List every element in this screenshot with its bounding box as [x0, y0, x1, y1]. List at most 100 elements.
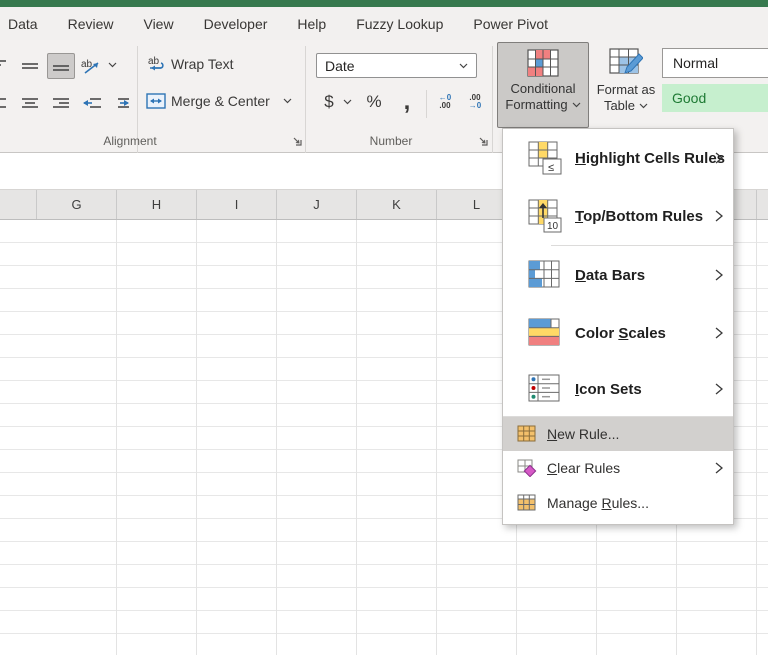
tab-data[interactable]: Data [8, 16, 38, 32]
menu-item-label: Highlight Cells Rules [575, 150, 725, 167]
menu-item-top-bottom-rules[interactable]: 10 Top/Bottom Rules [503, 187, 733, 245]
conditional-formatting-icon [527, 49, 559, 77]
manage-rules-icon [517, 494, 537, 512]
data-bars-icon [527, 257, 567, 293]
merge-center-label: Merge & Center [171, 93, 270, 109]
conditional-formatting-button[interactable]: Conditional Formatting [497, 42, 589, 128]
align-right-button[interactable] [47, 90, 75, 116]
align-center-button[interactable] [16, 90, 44, 116]
increase-indent-button[interactable] [106, 90, 134, 116]
menu-item-label: Color Scales [575, 325, 666, 342]
format-as-table-chevron-icon [639, 103, 648, 109]
conditional-formatting-label-line1: Conditional [505, 81, 580, 97]
currency-button[interactable]: $ [318, 88, 340, 116]
column-header-stub[interactable] [0, 190, 37, 219]
format-as-table-button[interactable]: Format as Table [592, 42, 660, 128]
submenu-arrow-icon [715, 209, 723, 223]
menu-item-label: Data Bars [575, 267, 645, 284]
menu-item-color-scales[interactable]: Color Scales [503, 304, 733, 362]
comma-style-button[interactable]: , [396, 88, 418, 116]
svg-text:ab: ab [148, 56, 160, 67]
conditional-formatting-label-line2: Formatting [505, 97, 567, 113]
new-rule-icon [517, 425, 537, 443]
number-format-value: Date [325, 58, 355, 74]
align-bottom-icon [52, 59, 70, 73]
style-normal-label: Normal [673, 55, 718, 71]
submenu-arrow-icon [715, 151, 723, 165]
ribbon-separator [305, 46, 306, 166]
comma-label: , [404, 88, 411, 116]
orientation-chevron-icon[interactable] [108, 62, 117, 68]
ribbon-separator [426, 90, 427, 118]
merge-center-chevron-icon[interactable] [283, 98, 292, 104]
conditional-formatting-menu: ≤ Highlight Cells Rules 10 Top/Bottom Ru… [502, 128, 734, 525]
clear-rules-icon [517, 459, 537, 477]
menu-item-label: Manage Rules... [547, 495, 649, 511]
align-middle-icon [21, 59, 39, 73]
wrap-text-button[interactable]: ab Wrap Text [146, 55, 234, 73]
icon-sets-icon [527, 371, 567, 407]
wrap-text-icon: ab [146, 55, 166, 73]
decrease-decimal-button[interactable]: .00 →0 [462, 88, 488, 116]
orientation-button[interactable]: ab [80, 53, 104, 79]
align-top-icon [0, 59, 7, 73]
percent-style-button[interactable]: % [360, 88, 388, 116]
number-dialog-launcher-icon[interactable] [477, 135, 489, 147]
menu-item-new-rule[interactable]: New Rule... [503, 417, 733, 451]
increase-decimal-button[interactable]: ←0 .00 [432, 88, 458, 116]
tab-developer[interactable]: Developer [204, 16, 268, 32]
number-group-label: Number [316, 134, 466, 148]
style-good[interactable]: Good [662, 84, 768, 112]
menu-item-clear-rules[interactable]: Clear Rules [503, 451, 733, 485]
menu-item-highlight-cells-rules[interactable]: ≤ Highlight Cells Rules [503, 129, 733, 187]
tab-help[interactable]: Help [297, 16, 326, 32]
highlight-cells-rules-icon: ≤ [527, 140, 567, 176]
merge-center-button[interactable]: Merge & Center [146, 93, 292, 109]
currency-chevron-icon[interactable] [343, 99, 352, 105]
align-middle-button[interactable] [16, 53, 44, 79]
align-left-button[interactable] [0, 90, 12, 116]
ribbon-separator [137, 46, 138, 166]
align-bottom-button[interactable] [47, 53, 75, 79]
alignment-dialog-launcher-icon[interactable] [291, 135, 303, 147]
increase-indent-icon [110, 96, 130, 110]
style-good-label: Good [672, 90, 706, 106]
tab-review[interactable]: Review [68, 16, 114, 32]
top-bottom-rules-icon: 10 [527, 198, 567, 234]
style-normal[interactable]: Normal [662, 48, 768, 78]
submenu-arrow-icon [715, 326, 723, 340]
submenu-arrow-icon [715, 268, 723, 282]
decrease-decimal-bottom: →0 [469, 101, 481, 110]
currency-label: $ [324, 92, 333, 112]
increase-decimal-bottom: .00 [439, 101, 450, 110]
column-header-K[interactable]: K [357, 190, 437, 219]
orientation-icon: ab [81, 57, 103, 75]
menu-item-manage-rules[interactable]: Manage Rules... [503, 485, 733, 521]
menu-item-label: Icon Sets [575, 381, 642, 398]
tab-power-pivot[interactable]: Power Pivot [473, 16, 548, 32]
decrease-indent-button[interactable] [78, 90, 106, 116]
column-header-H[interactable]: H [117, 190, 197, 219]
align-center-icon [21, 96, 39, 110]
align-right-icon [52, 96, 70, 110]
alignment-group-label: Alignment [40, 134, 220, 148]
color-scales-icon [527, 315, 567, 351]
menu-item-data-bars[interactable]: Data Bars [503, 246, 733, 304]
column-header-J[interactable]: J [277, 190, 357, 219]
tab-fuzzy-lookup[interactable]: Fuzzy Lookup [356, 16, 443, 32]
wrap-text-label: Wrap Text [171, 56, 234, 72]
menu-item-label: Top/Bottom Rules [575, 208, 703, 225]
menu-item-label: New Rule... [547, 426, 619, 442]
submenu-arrow-icon [715, 382, 723, 396]
excel-window: Data Review View Developer Help Fuzzy Lo… [0, 0, 768, 655]
ribbon-tab-bar: Data Review View Developer Help Fuzzy Lo… [0, 7, 768, 40]
number-format-select[interactable]: Date [316, 53, 477, 78]
column-header-I[interactable]: I [197, 190, 277, 219]
tab-view[interactable]: View [143, 16, 173, 32]
menu-item-label: Clear Rules [547, 460, 620, 476]
menu-item-icon-sets[interactable]: Icon Sets [503, 362, 733, 416]
format-as-table-icon [609, 48, 643, 78]
svg-text:10: 10 [547, 221, 559, 232]
align-top-button[interactable] [0, 53, 12, 79]
column-header-G[interactable]: G [37, 190, 117, 219]
